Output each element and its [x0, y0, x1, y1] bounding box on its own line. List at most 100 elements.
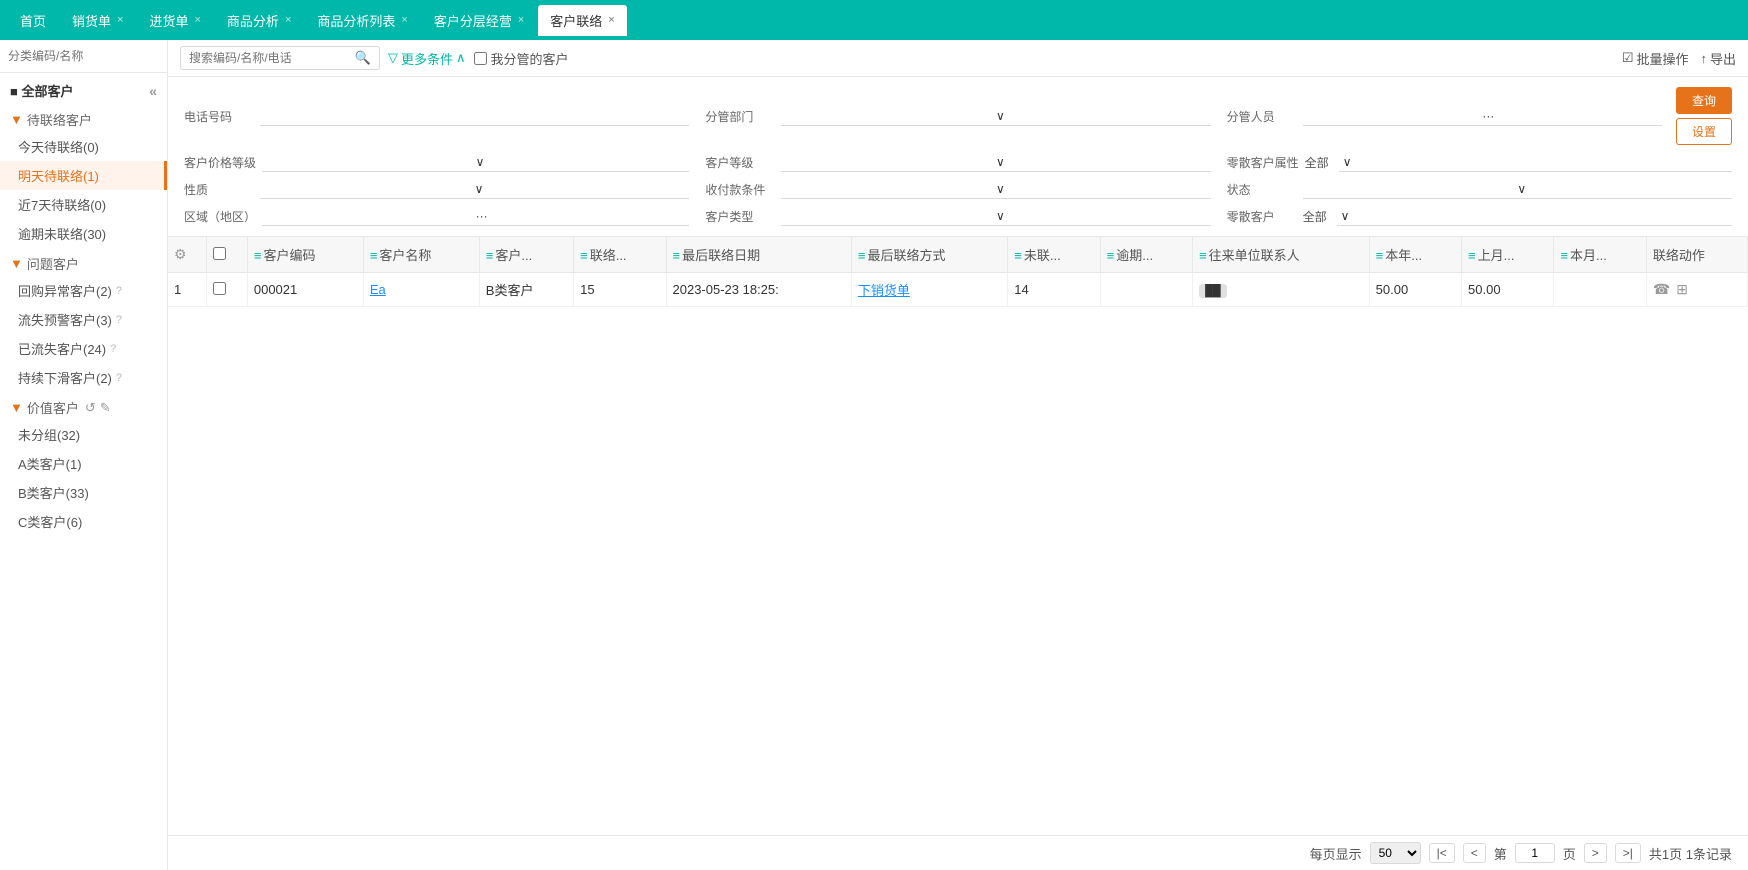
more-filter-button[interactable]: ▽ 更多条件 ∧	[388, 49, 466, 68]
filter-select-customer-type[interactable]: ∨	[781, 207, 1210, 226]
page-number-input[interactable]	[1515, 843, 1555, 863]
col-uncontacted[interactable]: ≡未联...	[1008, 237, 1100, 273]
col-contact-person[interactable]: ≡往来单位联系人	[1193, 237, 1370, 273]
filter-row-phone: 电话号码	[184, 107, 689, 126]
col-name[interactable]: ≡客户名称	[363, 237, 479, 273]
close-icon[interactable]: ×	[518, 14, 524, 26]
col-action[interactable]: 联络动作	[1646, 237, 1747, 273]
help-icon[interactable]: ?	[116, 285, 122, 297]
filter-label-region: 区域（地区）	[184, 208, 256, 225]
sidebar-item-today[interactable]: 今天待联络(0)	[0, 132, 167, 161]
filter-select-retail-customer[interactable]: ∨	[1337, 207, 1732, 226]
edit-icon[interactable]: ✎	[100, 400, 111, 416]
filter-row-customer-level: 客户等级 ∨	[705, 153, 1210, 172]
sidebar-item-churn-warning[interactable]: 流失预警客户(3) ?	[0, 305, 167, 334]
filter-select-retail-attr[interactable]: ∨	[1339, 153, 1732, 172]
row-select-checkbox[interactable]	[213, 282, 226, 295]
settings-icon[interactable]: ⚙	[174, 246, 187, 262]
batch-operation-button[interactable]: ☑ 批量操作	[1622, 49, 1689, 68]
query-button[interactable]: 查询	[1676, 87, 1732, 114]
col-checkbox[interactable]	[207, 237, 247, 273]
filter-select-nature[interactable]: ∨	[260, 180, 689, 199]
help-icon[interactable]: ?	[116, 372, 122, 384]
filter-select-customer-level[interactable]: ∨	[781, 153, 1210, 172]
search-input[interactable]	[189, 51, 351, 65]
page-label: 第	[1494, 844, 1507, 863]
filter-select-price-level[interactable]: ∨	[262, 153, 689, 172]
my-customers-check[interactable]	[474, 52, 487, 65]
col-settings[interactable]: ⚙	[168, 237, 207, 273]
chevron-down-icon: ∨	[475, 182, 686, 196]
export-button[interactable]: ↑ 导出	[1700, 49, 1736, 68]
filter-input-phone[interactable]	[260, 107, 689, 126]
close-icon[interactable]: ×	[401, 14, 407, 26]
nav-home[interactable]: 首页	[8, 5, 58, 36]
help-icon[interactable]: ?	[110, 343, 116, 355]
sidebar-search-input[interactable]	[8, 49, 163, 63]
sidebar-item-class-a[interactable]: A类客户(1)	[0, 449, 167, 478]
nav-customer-tier[interactable]: 客户分层经营 ×	[422, 5, 536, 36]
grid-action-icon[interactable]: ⊞	[1676, 281, 1688, 298]
first-page-button[interactable]: |<	[1429, 843, 1455, 863]
top-navigation: 首页 销货单 × 进货单 × 商品分析 × 商品分析列表 × 客户分层经营 × …	[0, 0, 1748, 40]
nav-product-analysis[interactable]: 商品分析 ×	[215, 5, 303, 36]
col-this-month[interactable]: ≡本月...	[1554, 237, 1646, 273]
row-action: ☎ ⊞	[1646, 273, 1747, 307]
chevron-down-icon: ∨	[476, 155, 686, 169]
help-icon[interactable]: ?	[116, 314, 122, 326]
col-code[interactable]: ≡客户编码	[247, 237, 363, 273]
col-last-date[interactable]: ≡最后联络日期	[666, 237, 851, 273]
close-icon[interactable]: ×	[194, 14, 200, 26]
sidebar-item-class-c[interactable]: C类客户(6)	[0, 507, 167, 536]
close-icon[interactable]: ×	[117, 14, 123, 26]
contact-action-icon[interactable]: ☎	[1653, 281, 1670, 298]
col-last-month[interactable]: ≡上月...	[1462, 237, 1554, 273]
sidebar-item-churned[interactable]: 已流失客户(24) ?	[0, 334, 167, 363]
sidebar-item-overdue[interactable]: 逾期未联络(30)	[0, 219, 167, 248]
search-icon[interactable]: 🔍	[355, 50, 371, 66]
collapse-icon[interactable]: «	[149, 83, 157, 99]
filter-select-manager[interactable]: ···	[1303, 107, 1662, 126]
sidebar-item-7days[interactable]: 近7天待联络(0)	[0, 190, 167, 219]
refresh-icon[interactable]: ↺	[85, 400, 96, 416]
page-unit: 页	[1563, 844, 1576, 863]
nav-sales-order[interactable]: 销货单 ×	[60, 5, 135, 36]
row-name[interactable]: Ea	[363, 273, 479, 307]
prev-page-button[interactable]: <	[1463, 843, 1486, 863]
filter-select-status[interactable]: ∨	[1303, 180, 1732, 199]
sidebar-item-class-b[interactable]: B类客户(33)	[0, 478, 167, 507]
sidebar: 🔍 ■ 全部客户 « ▼ 待联络客户 今天待联络(0) 明天待联络(1) 近7天…	[0, 40, 168, 870]
col-this-year[interactable]: ≡本年...	[1369, 237, 1461, 273]
sidebar-item-ungrouped[interactable]: 未分组(32)	[0, 420, 167, 449]
select-all-checkbox[interactable]	[213, 247, 226, 260]
chevron-down-icon: ∨	[996, 109, 1207, 123]
main-search-box[interactable]: 🔍	[180, 46, 380, 70]
chevron-down-icon: ∨	[1343, 155, 1728, 169]
sidebar-item-tomorrow[interactable]: 明天待联络(1)	[0, 161, 167, 190]
close-icon[interactable]: ×	[608, 14, 614, 26]
nav-purchase-order[interactable]: 进货单 ×	[137, 5, 212, 36]
col-overdue[interactable]: ≡逾期...	[1100, 237, 1192, 273]
row-checkbox[interactable]	[207, 273, 247, 307]
filter-select-dept[interactable]: ∨	[781, 107, 1210, 126]
sidebar-item-declining[interactable]: 持续下滑客户(2) ?	[0, 363, 167, 392]
filter-row-region: 区域（地区） ···	[184, 207, 689, 226]
col-last-method[interactable]: ≡最后联络方式	[851, 237, 1007, 273]
table-row: 1 000021 Ea B类客户 15 2023-05-23 18:25: 下销…	[168, 273, 1748, 307]
my-customers-checkbox[interactable]: 我分管的客户	[474, 49, 569, 68]
page-size-select[interactable]: 50 100 200	[1370, 842, 1421, 864]
filter-select-region[interactable]: ···	[262, 207, 689, 226]
filter-select-payment[interactable]: ∨	[781, 180, 1210, 199]
sidebar-item-repurchase-abnormal[interactable]: 回购异常客户(2) ?	[0, 276, 167, 305]
last-page-button[interactable]: >|	[1615, 843, 1641, 863]
row-last-method[interactable]: 下销货单	[851, 273, 1007, 307]
close-icon[interactable]: ×	[285, 14, 291, 26]
nav-customer-contact[interactable]: 客户联络 ×	[538, 5, 626, 36]
col-contacts[interactable]: ≡联络...	[574, 237, 666, 273]
all-customers-label[interactable]: ■ 全部客户 «	[0, 73, 167, 104]
nav-product-analysis-list[interactable]: 商品分析列表 ×	[305, 5, 419, 36]
next-page-button[interactable]: >	[1584, 843, 1607, 863]
setting-button[interactable]: 设置	[1676, 118, 1732, 145]
row-contact-person: ██	[1193, 273, 1370, 307]
col-type[interactable]: ≡客户...	[479, 237, 573, 273]
